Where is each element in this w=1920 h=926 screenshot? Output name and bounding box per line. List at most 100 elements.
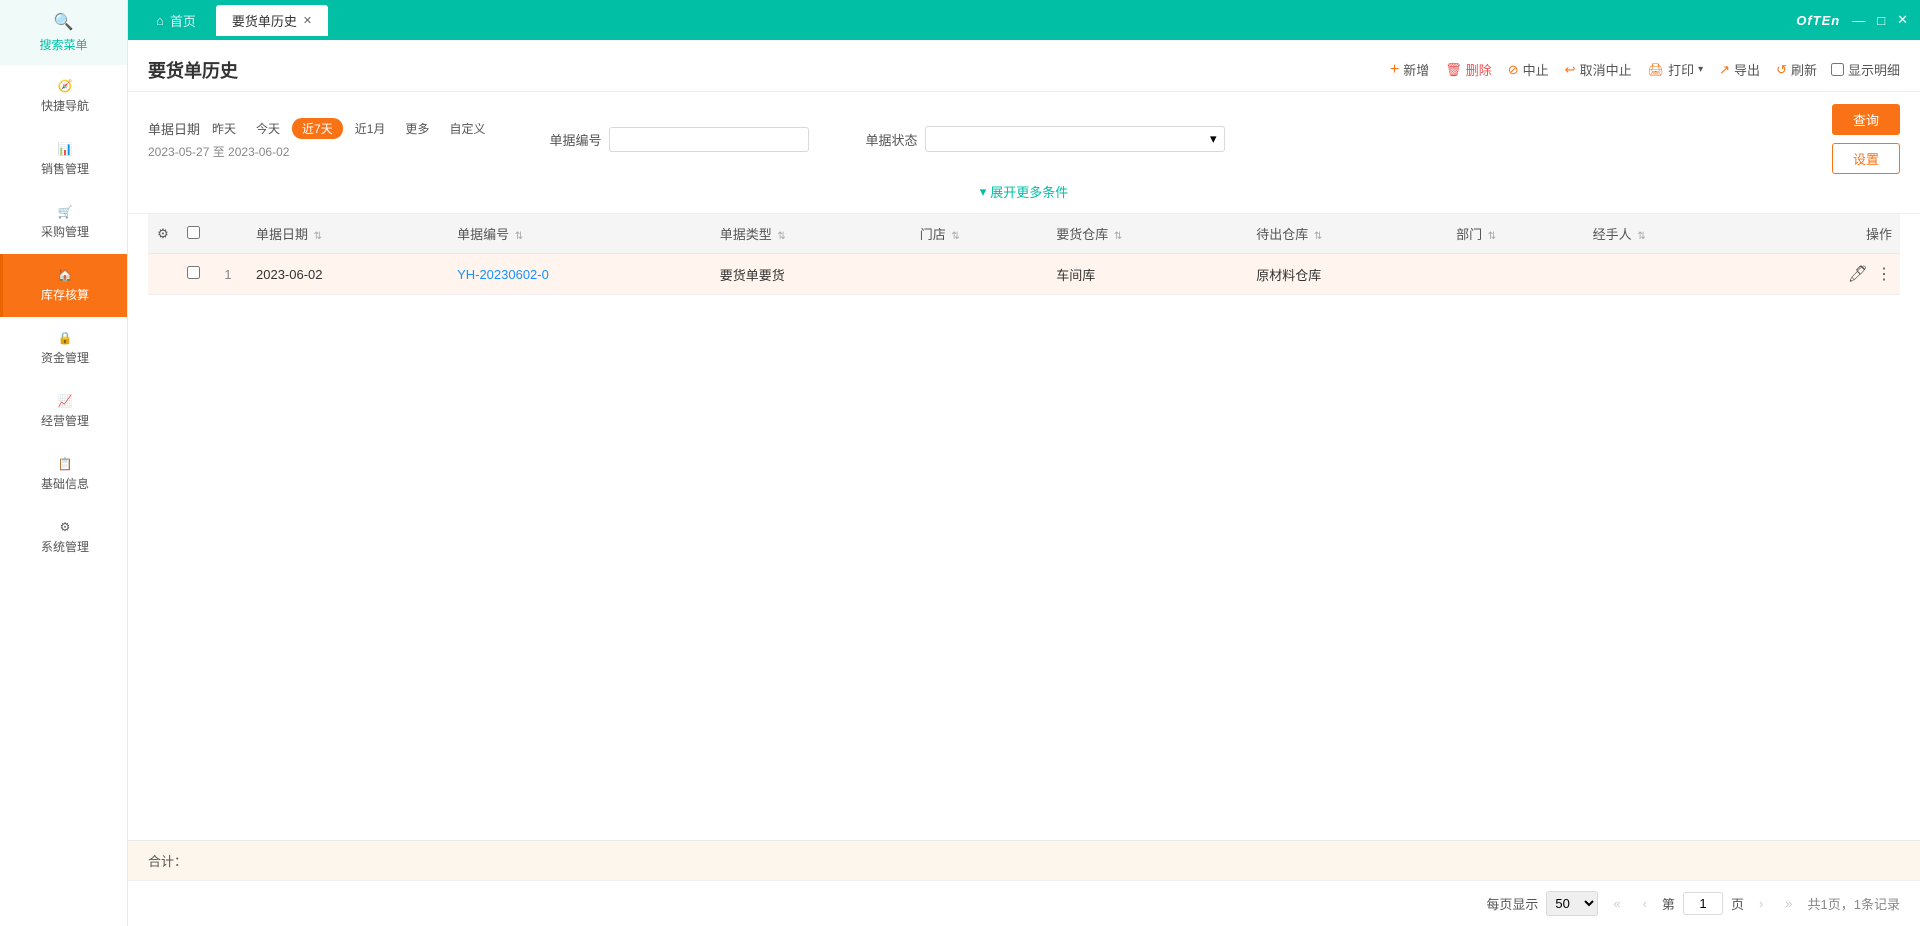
doc-number-label: 单据编号 — [549, 130, 601, 149]
refresh-label: 刷新 — [1791, 60, 1817, 79]
page-input[interactable] — [1683, 892, 1723, 915]
sidebar-item-label: 系统管理 — [41, 538, 89, 555]
col-date: 单据日期 ⇅ — [248, 214, 449, 254]
show-detail-toggle[interactable]: 显示明细 — [1831, 60, 1900, 79]
delete-button[interactable]: 🗑 删除 — [1443, 56, 1494, 83]
print-icon: 🖨 — [1648, 62, 1665, 78]
footer-summary: 合计： — [128, 840, 1920, 880]
settings-icon[interactable]: ⚙ — [157, 226, 169, 241]
last-page-btn[interactable]: » — [1778, 893, 1799, 914]
col-actions: 操作 — [1753, 214, 1900, 254]
sidebar-item-inventory[interactable]: 🏠 库存核算 — [0, 254, 127, 317]
sidebar-item-system[interactable]: ⚙ 系统管理 — [0, 506, 127, 569]
date-btn-today[interactable]: 今天 — [248, 118, 288, 139]
date-btn-last-month[interactable]: 近1月 — [347, 118, 394, 139]
sidebar-search-label: 搜索菜单 — [39, 36, 87, 53]
row-docno-link[interactable]: YH-20230602-0 — [457, 267, 549, 282]
col-doc-type: 单据类型 ⇅ — [712, 214, 912, 254]
row-checkbox[interactable] — [187, 266, 200, 279]
reqwh-sort-icon[interactable]: ⇅ — [1114, 231, 1122, 242]
show-detail-label: 显示明细 — [1848, 60, 1900, 79]
date-filter: 单据日期 昨天 今天 近7天 近1月 更多 自定义 2023-05-27 至 2… — [148, 118, 493, 160]
tab-history[interactable]: 要货单历史 ✕ — [216, 5, 328, 36]
refresh-button[interactable]: ↺ 刷新 — [1774, 56, 1819, 83]
col-num — [208, 214, 248, 254]
handler-sort-icon[interactable]: ⇅ — [1637, 231, 1645, 242]
row-actions: 🖊 ⋮ — [1761, 264, 1892, 284]
doctype-sort-icon[interactable]: ⇅ — [777, 231, 785, 242]
col-department: 部门 ⇅ — [1448, 214, 1585, 254]
export-button[interactable]: ↗ 导出 — [1717, 56, 1762, 83]
select-all-checkbox[interactable] — [187, 226, 200, 239]
stop-icon: ⊘ — [1508, 62, 1519, 78]
row-date-cell: 2023-06-02 — [248, 254, 449, 295]
operations-icon: 📈 — [58, 394, 73, 408]
sidebar-item-finance[interactable]: 🔒 资金管理 — [0, 317, 127, 380]
per-page-select[interactable]: 20 50 100 200 — [1546, 891, 1598, 916]
close-btn[interactable]: ✕ — [1897, 12, 1908, 28]
sidebar-item-label: 库存核算 — [41, 286, 89, 303]
col-pending-warehouse: 待出仓库 ⇅ — [1248, 214, 1448, 254]
sidebar-item-purchase[interactable]: 🛒 采购管理 — [0, 191, 127, 254]
next-page-btn[interactable]: › — [1752, 893, 1770, 914]
prev-page-btn[interactable]: ‹ — [1636, 893, 1654, 914]
tab-home[interactable]: ⌂ 首页 — [140, 5, 212, 36]
sidebar-search[interactable]: 🔍 搜索菜单 — [0, 0, 127, 65]
date-filter-label: 单据日期 — [148, 119, 200, 138]
sidebar-item-basic-info[interactable]: 📋 基础信息 — [0, 443, 127, 506]
query-button[interactable]: 查询 — [1832, 104, 1900, 135]
page-label-suffix: 页 — [1731, 894, 1744, 913]
date-sort-icon[interactable]: ⇅ — [314, 231, 322, 242]
first-page-btn[interactable]: « — [1606, 893, 1627, 914]
doc-number-filter: 单据编号 — [549, 127, 809, 152]
dept-sort-icon[interactable]: ⇅ — [1488, 231, 1496, 242]
show-detail-checkbox[interactable] — [1831, 63, 1844, 76]
brand-label: OfTEn — [1796, 13, 1840, 28]
cancel-stop-button[interactable]: ↩ 取消中止 — [1563, 56, 1634, 83]
cancel-stop-label: 取消中止 — [1580, 60, 1632, 79]
doc-number-input[interactable] — [609, 127, 809, 152]
dropdown-arrow-icon: ▾ — [1210, 131, 1217, 147]
row-handler-cell — [1585, 254, 1753, 295]
col-req-warehouse-label: 要货仓库 — [1056, 227, 1108, 242]
basic-info-icon: 📋 — [58, 457, 73, 471]
delete-icon: 🗑 — [1445, 62, 1462, 78]
purchase-icon: 🛒 — [58, 205, 73, 219]
expand-more-btn[interactable]: ▾ 展开更多条件 — [148, 182, 1900, 201]
sidebar-item-sales[interactable]: 📊 销售管理 — [0, 128, 127, 191]
row-edit-btn[interactable]: 🖊 — [1848, 264, 1868, 284]
table-row[interactable]: 1 2023-06-02 YH-20230602-0 要货单要货 车间库 原材料… — [148, 254, 1900, 295]
minimize-btn[interactable]: — — [1852, 13, 1865, 28]
date-range-text: 2023-05-27 至 2023-06-02 — [148, 143, 493, 160]
filter-area: 单据日期 昨天 今天 近7天 近1月 更多 自定义 2023-05-27 至 2… — [128, 92, 1920, 214]
print-button[interactable]: 🖨 打印 ▾ — [1646, 56, 1706, 83]
refresh-icon: ↺ — [1776, 62, 1787, 78]
doc-status-filter: 单据状态 ▾ — [865, 126, 1808, 152]
maximize-btn[interactable]: □ — [1877, 13, 1885, 28]
date-btn-last7days[interactable]: 近7天 — [292, 118, 343, 139]
stop-button[interactable]: ⊘ 中止 — [1506, 56, 1551, 83]
header-actions: + 新增 🗑 删除 ⊘ 中止 ↩ 取消中止 🖨 打印 — [1388, 56, 1900, 83]
doc-status-dropdown[interactable]: ▾ — [925, 126, 1225, 152]
stop-label: 中止 — [1523, 60, 1549, 79]
date-btn-more[interactable]: 更多 — [397, 118, 437, 139]
tab-close-icon[interactable]: ✕ — [303, 14, 312, 27]
new-button[interactable]: + 新增 — [1388, 56, 1431, 83]
pendwh-sort-icon[interactable]: ⇅ — [1314, 231, 1322, 242]
sidebar-item-quick-nav[interactable]: 🧭 快捷导航 — [0, 65, 127, 128]
page-header: 要货单历史 + 新增 🗑 删除 ⊘ 中止 ↩ 取消中止 — [128, 40, 1920, 92]
docno-sort-icon[interactable]: ⇅ — [515, 231, 523, 242]
sidebar: 🔍 搜索菜单 🧭 快捷导航 📊 销售管理 🛒 采购管理 🏠 库存核算 🔒 资金管… — [0, 0, 128, 926]
print-label: 打印 — [1668, 60, 1694, 79]
page-title: 要货单历史 — [148, 57, 238, 83]
row-dept-cell — [1448, 254, 1585, 295]
date-btn-custom[interactable]: 自定义 — [441, 118, 493, 139]
new-label: 新增 — [1403, 60, 1429, 79]
store-sort-icon[interactable]: ⇅ — [951, 231, 959, 242]
tab-home-label: 首页 — [170, 11, 196, 30]
row-more-btn[interactable]: ⋮ — [1876, 264, 1892, 284]
sidebar-item-operations[interactable]: 📈 经营管理 — [0, 380, 127, 443]
date-btn-yesterday[interactable]: 昨天 — [204, 118, 244, 139]
settings-button[interactable]: 设置 — [1832, 143, 1900, 174]
sidebar-item-label: 销售管理 — [41, 160, 89, 177]
